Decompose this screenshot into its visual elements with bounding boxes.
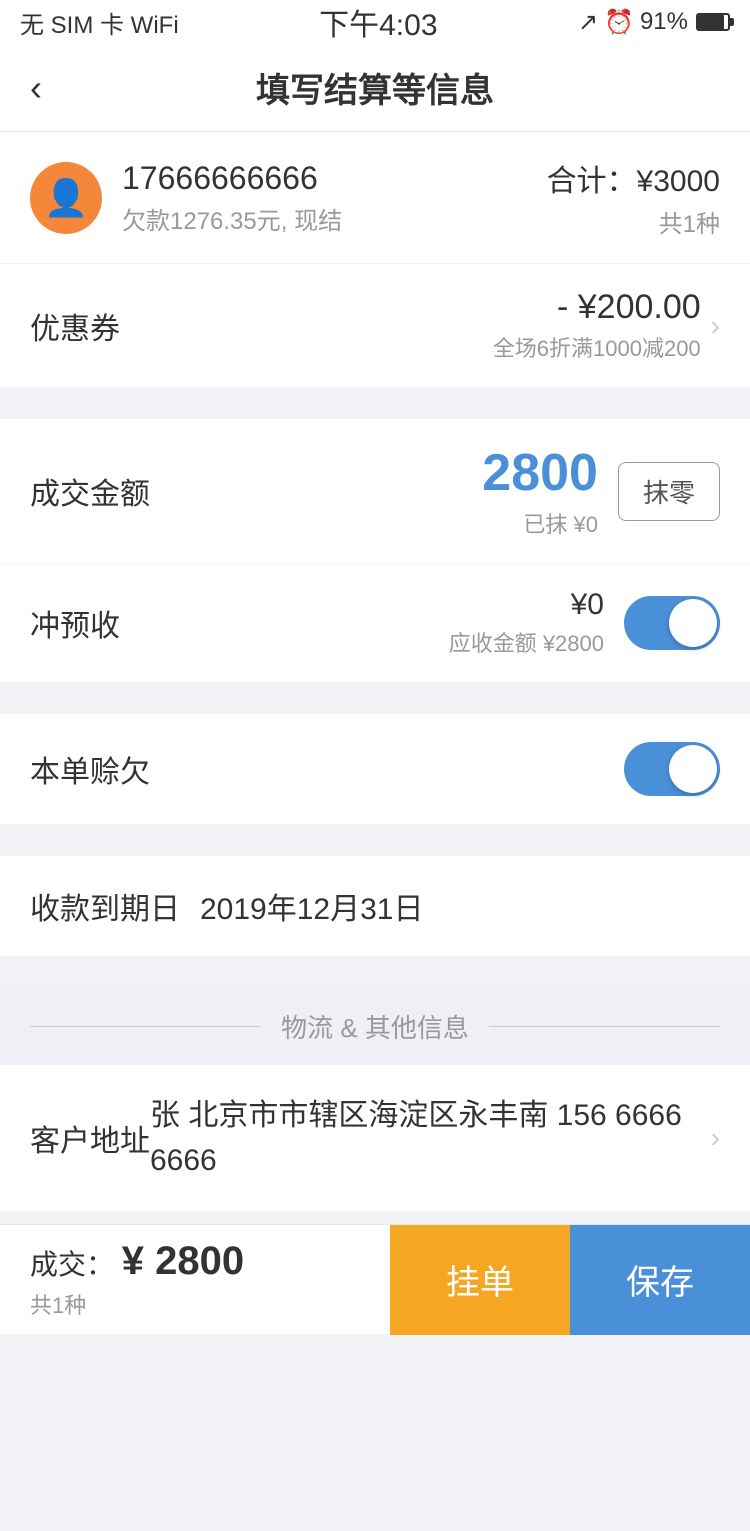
avatar-icon: 👤 — [44, 177, 89, 219]
customer-info: 17666666666 欠款1276.35元, 现结 — [122, 160, 547, 236]
customer-row: 👤 17666666666 欠款1276.35元, 现结 合计：¥3000 共1… — [0, 132, 750, 263]
amount-sub: 已抹 ¥0 — [482, 507, 598, 539]
battery-text: 91% — [640, 8, 688, 36]
customer-total: 合计：¥3000 共1种 — [547, 156, 720, 239]
bottom-bar: 成交： ¥ 2800 共1种 挂单 保存 — [0, 1224, 750, 1334]
avatar: 👤 — [30, 162, 102, 234]
nav-bar: ‹ 填写结算等信息 — [0, 44, 750, 132]
status-right: ↗ ⏰ 91% — [578, 8, 730, 37]
duedate-value: 2019年12月31日 — [200, 884, 423, 928]
bottom-summary-label: 成交： — [30, 1249, 114, 1280]
logistics-divider: 物流 & 其他信息 — [0, 988, 750, 1065]
save-button[interactable]: 保存 — [570, 1225, 750, 1335]
prereceive-row: 冲预收 ¥0 应收金额 ¥2800 — [0, 564, 750, 682]
gap3 — [0, 840, 750, 856]
debt-toggle-knob — [669, 745, 717, 793]
prereceive-amount: ¥0 — [449, 588, 604, 622]
amount-row: 成交金额 2800 已抹 ¥0 抹零 — [0, 419, 750, 564]
logistics-label: 物流 & 其他信息 — [281, 1008, 469, 1045]
battery-icon — [696, 13, 730, 31]
amount-label: 成交金额 — [30, 469, 482, 513]
page-title: 填写结算等信息 — [256, 63, 494, 112]
amount-value: 2800 — [482, 443, 598, 503]
coupon-desc: 全场6折满1000减200 — [493, 331, 701, 363]
customer-card: 👤 17666666666 欠款1276.35元, 现结 合计：¥3000 共1… — [0, 132, 750, 387]
round-button[interactable]: 抹零 — [618, 462, 720, 521]
prereceive-sub: 应收金额 ¥2800 — [449, 626, 604, 658]
gap4 — [0, 972, 750, 988]
bottom-count: 共1种 — [30, 1288, 360, 1320]
status-time: 下午4:03 — [319, 0, 437, 44]
customer-sub: 欠款1276.35元, 现结 — [122, 201, 547, 236]
coupon-right: - ¥200.00 全场6折满1000减200 — [493, 288, 701, 363]
coupon-row[interactable]: 优惠券 - ¥200.00 全场6折满1000减200 › — [0, 263, 750, 387]
duedate-row: 收款到期日 2019年12月31日 — [0, 856, 750, 956]
customer-phone: 17666666666 — [122, 160, 547, 197]
address-value: 张 北京市市辖区海淀区永丰南 156 6666 6666 — [150, 1093, 711, 1183]
hold-button[interactable]: 挂单 — [390, 1225, 570, 1335]
gap1 — [0, 403, 750, 419]
alarm-icon: ⏰ — [604, 8, 634, 37]
total-count: 共1种 — [547, 204, 720, 239]
address-label: 客户地址 — [30, 1116, 150, 1160]
toggle-knob — [669, 599, 717, 647]
coupon-arrow-icon: › — [711, 310, 720, 342]
amount-section: 成交金额 2800 已抹 ¥0 抹零 冲预收 ¥0 应收金额 ¥2800 — [0, 419, 750, 682]
divider-line-left — [30, 1026, 261, 1027]
back-button[interactable]: ‹ — [30, 67, 42, 109]
coupon-label: 优惠券 — [30, 304, 493, 348]
status-left: 无 SIM 卡 WiFi — [20, 5, 179, 40]
bottom-summary: 成交： ¥ 2800 共1种 — [0, 1239, 390, 1320]
total-amount: 合计：¥3000 — [547, 156, 720, 200]
bottom-total-line: 成交： ¥ 2800 — [30, 1239, 360, 1284]
signal-text: 无 SIM 卡 WiFi — [20, 5, 179, 40]
debt-toggle[interactable] — [624, 742, 720, 796]
duedate-label: 收款到期日 — [30, 884, 180, 928]
gap2 — [0, 698, 750, 714]
coupon-discount: - ¥200.00 — [493, 288, 701, 327]
divider-line-right — [489, 1026, 720, 1027]
amount-right: 2800 已抹 ¥0 抹零 — [482, 443, 720, 539]
prereceive-right: ¥0 应收金额 ¥2800 — [449, 588, 604, 658]
prereceive-label: 冲预收 — [30, 601, 449, 645]
status-bar: 无 SIM 卡 WiFi 下午4:03 ↗ ⏰ 91% — [0, 0, 750, 44]
prereceive-toggle[interactable] — [624, 596, 720, 650]
location-icon: ↗ — [578, 8, 598, 37]
debt-label: 本单赊欠 — [30, 747, 624, 791]
address-row[interactable]: 客户地址 张 北京市市辖区海淀区永丰南 156 6666 6666 › — [0, 1065, 750, 1211]
address-arrow-icon: › — [711, 1122, 720, 1154]
debt-row: 本单赊欠 — [0, 714, 750, 824]
bottom-total-amount: ¥ 2800 — [122, 1239, 244, 1283]
